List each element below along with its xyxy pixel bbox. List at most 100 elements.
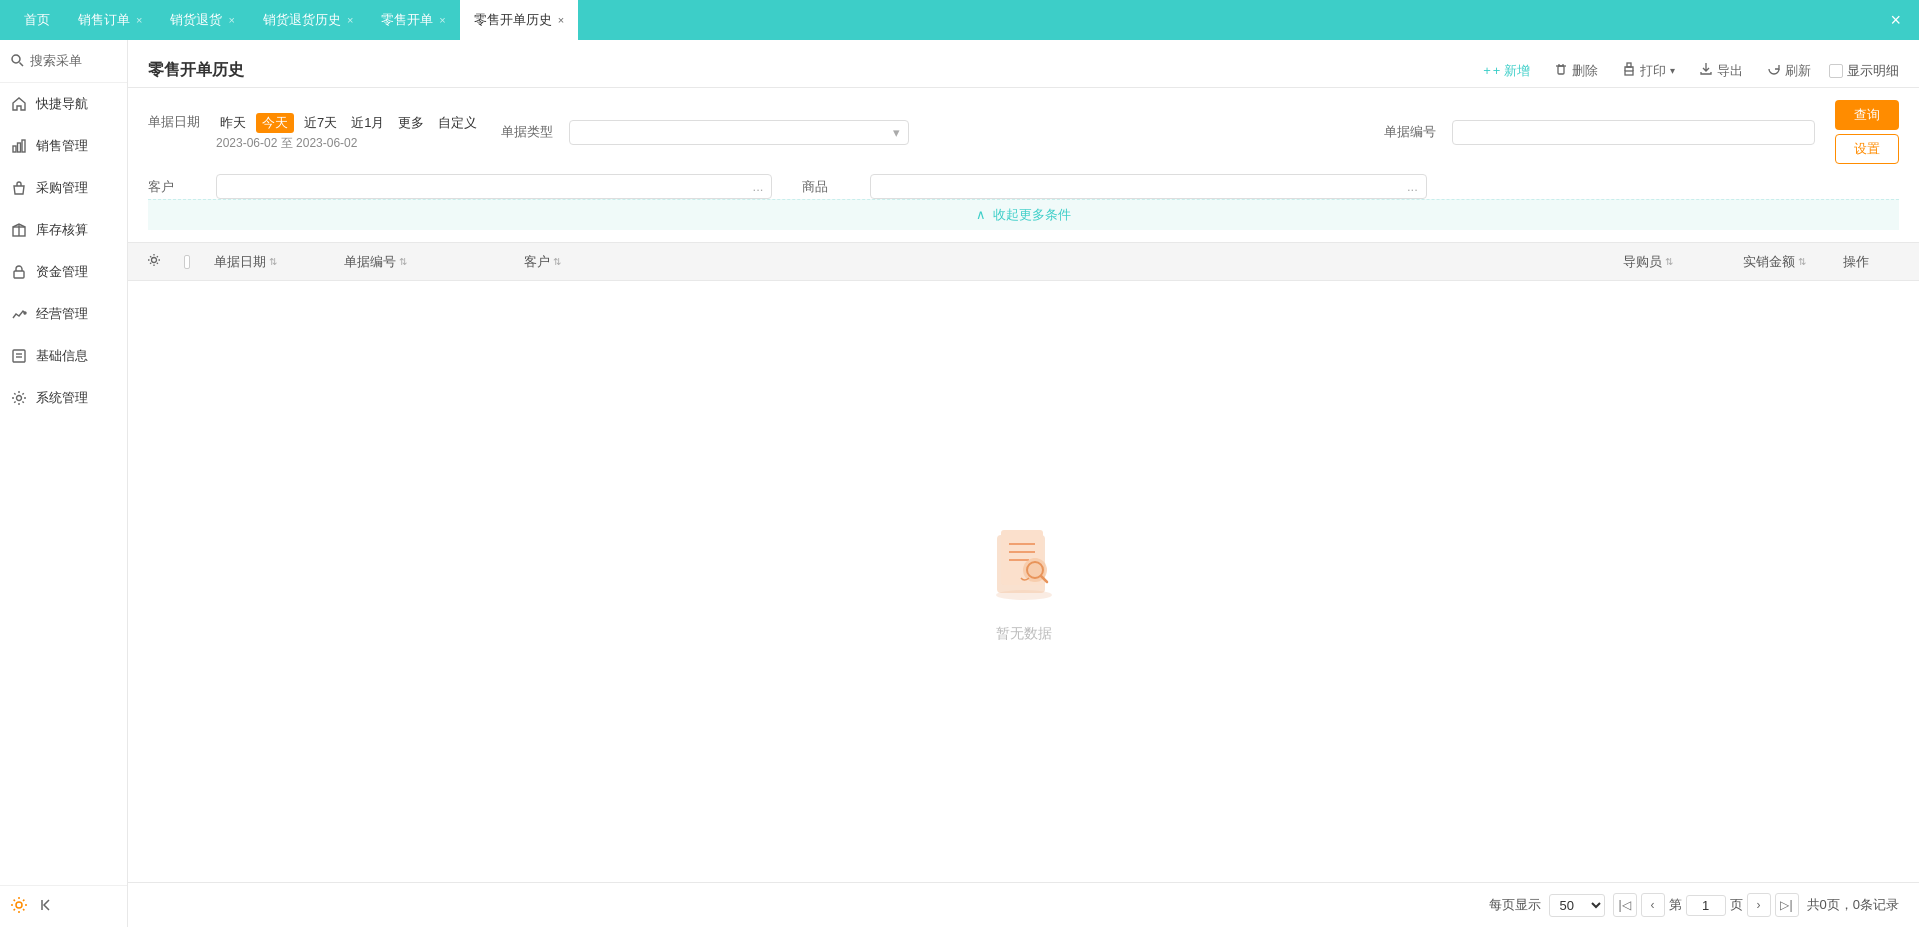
sidebar-item-sales-mgmt[interactable]: 销售管理 [0,125,127,167]
customer-label: 客户 [148,178,208,196]
main-layout: 搜索采单 快捷导航 销售管理 采购管理 [0,40,1919,927]
tab-close-sales-order[interactable]: × [136,14,142,26]
th-date[interactable]: 单据日期 ⇅ [202,245,332,279]
tab-close-retail-open[interactable]: × [439,14,445,26]
table-header: 单据日期 ⇅ 单据编号 ⇅ 客户 ⇅ 导购员 ⇅ 实销金额 ⇅ [128,243,1919,281]
last-page-button[interactable]: ▷| [1775,893,1799,917]
select-all-checkbox[interactable] [184,255,190,269]
tab-close-sales-return-history[interactable]: × [347,14,353,26]
goods-input[interactable]: ... [870,174,1426,199]
pagination: 每页显示 50 10 20 100 |◁ ‹ 第 页 › ▷| 共0页，0条记录 [128,882,1919,927]
svg-rect-3 [18,143,21,152]
th-amount[interactable]: 实销金额 ⇅ [1731,245,1831,279]
page-title: 零售开单历史 [148,60,244,81]
sidebar-search[interactable]: 搜索采单 [0,40,127,83]
svg-line-1 [20,62,24,66]
print-dropdown-icon: ▾ [1670,65,1675,76]
sidebar-bottom [0,885,127,927]
sidebar-item-quick-nav[interactable]: 快捷导航 [0,83,127,125]
th-guide[interactable]: 导购员 ⇅ [1611,245,1731,279]
date-opt-today[interactable]: 今天 [256,113,294,133]
tab-retail-open[interactable]: 零售开单 × [367,0,459,40]
tab-retail-open-history[interactable]: 零售开单历史 × [460,0,578,40]
date-opt-custom[interactable]: 自定义 [434,113,481,133]
export-button[interactable]: 导出 [1693,58,1749,84]
empty-icon [979,520,1069,613]
page-input[interactable] [1686,895,1726,916]
refresh-icon [1767,62,1781,79]
page-header: 零售开单历史 + + 新增 删除 [128,40,1919,88]
sidebar-item-finance[interactable]: 资金管理 [0,251,127,293]
print-icon [1622,62,1636,79]
home-icon [10,95,28,113]
sidebar-item-inventory[interactable]: 库存核算 [0,209,127,251]
next-page-button[interactable]: › [1747,893,1771,917]
svg-point-12 [17,396,22,401]
date-options: 昨天 今天 近7天 近1月 更多 自定义 [216,113,481,133]
per-page-select[interactable]: 50 10 20 100 [1549,894,1605,917]
collapse-more-button[interactable]: ∧ 收起更多条件 [148,199,1899,230]
sidebar-item-basic-info[interactable]: 基础信息 [0,335,127,377]
chart-icon [10,137,28,155]
sidebar-collapse-icon[interactable] [38,896,56,917]
refresh-button[interactable]: 刷新 [1761,58,1817,84]
svg-point-8 [24,312,26,314]
date-opt-more[interactable]: 更多 [394,113,428,133]
col-settings-icon [147,253,161,270]
window-close-button[interactable]: × [1882,10,1909,31]
collapse-up-icon: ∧ [976,207,986,222]
date-opt-yesterday[interactable]: 昨天 [216,113,250,133]
sidebar-item-business[interactable]: 经营管理 [0,293,127,335]
list-icon [10,347,28,365]
order-no-label: 单据编号 [1384,123,1444,141]
tab-sales-order[interactable]: 销售订单 × [64,0,156,40]
delete-button[interactable]: 删除 [1548,58,1604,84]
sidebar-settings-icon[interactable] [10,896,28,917]
order-no-input[interactable] [1452,120,1815,145]
gear-icon [10,389,28,407]
goods-ellipsis: ... [1407,179,1418,194]
setting-button[interactable]: 设置 [1835,134,1899,164]
sort-guide-icon: ⇅ [1665,256,1673,267]
tab-home[interactable]: 首页 [10,0,64,40]
tab-sales-return-history[interactable]: 销货退货历史 × [249,0,367,40]
query-button[interactable]: 查询 [1835,100,1899,130]
add-icon: + [1483,63,1491,78]
tab-close-retail-open-history[interactable]: × [558,14,564,26]
th-settings[interactable] [136,245,172,278]
th-order-no[interactable]: 单据编号 ⇅ [332,245,512,279]
sidebar-item-purchase-mgmt[interactable]: 采购管理 [0,167,127,209]
graph-icon [10,305,28,323]
per-page-label: 每页显示 [1489,896,1541,914]
date-opt-7days[interactable]: 近7天 [300,113,341,133]
type-select[interactable]: ▾ [569,120,909,145]
sidebar-item-system[interactable]: 系统管理 [0,377,127,419]
toolbar: + + 新增 删除 [1477,58,1899,84]
filter-row-1: 单据日期 昨天 今天 近7天 近1月 更多 自定义 2023-06-02 至 2… [148,100,1899,164]
tab-sales-return[interactable]: 销货退货 × [156,0,248,40]
svg-rect-20 [1627,63,1631,67]
svg-rect-4 [22,140,25,152]
th-check[interactable] [172,247,202,277]
sort-orderno-icon: ⇅ [399,256,407,267]
print-button[interactable]: 打印 ▾ [1616,58,1681,84]
th-customer[interactable]: 客户 ⇅ [512,245,1611,279]
empty-text: 暂无数据 [996,625,1052,643]
date-opt-1month[interactable]: 近1月 [347,113,388,133]
type-select-arrow: ▾ [893,125,900,140]
svg-rect-19 [1625,71,1633,75]
display-detail-check[interactable] [1829,64,1843,78]
first-page-button[interactable]: |◁ [1613,893,1637,917]
prev-page-button[interactable]: ‹ [1641,893,1665,917]
display-detail-checkbox[interactable]: 显示明细 [1829,62,1899,80]
goods-field: 商品 ... [802,174,1426,199]
th-action: 操作 [1831,245,1911,279]
content-area: 零售开单历史 + + 新增 删除 [128,40,1919,927]
date-label: 单据日期 [148,113,208,131]
export-icon [1699,62,1713,79]
sort-date-icon: ⇅ [269,256,277,267]
svg-point-0 [12,55,20,63]
tab-close-sales-return[interactable]: × [228,14,234,26]
customer-input[interactable]: ... [216,174,772,199]
add-button[interactable]: + + 新增 [1477,58,1536,84]
